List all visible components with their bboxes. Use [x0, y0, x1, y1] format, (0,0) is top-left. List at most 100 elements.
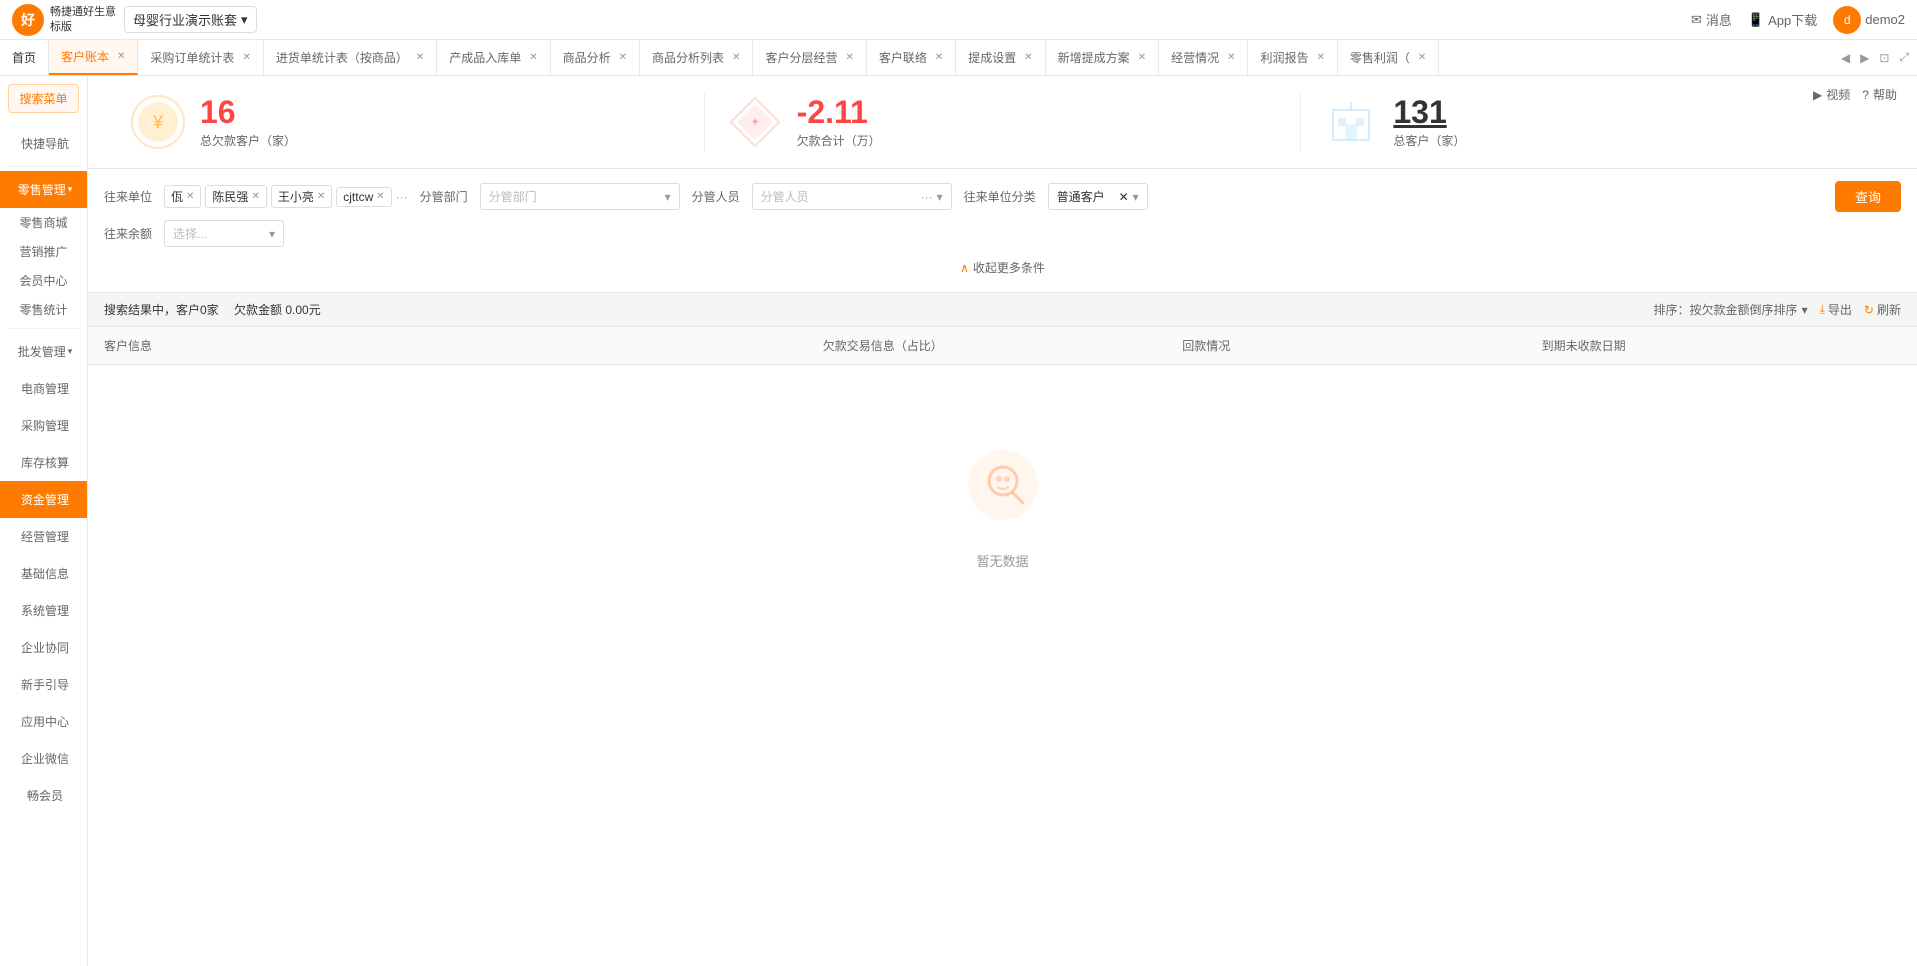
sidebar-item-finance[interactable]: 资金管理	[0, 481, 87, 518]
logo-icon: 好	[12, 4, 44, 36]
filter-row-2: 往来余额 选择... ▾	[104, 220, 1901, 247]
tab-product-inbound[interactable]: 产成品入库单 ✕	[437, 40, 550, 75]
filter-tag-1: 陈民强 ✕	[205, 185, 266, 208]
empty-illustration	[963, 445, 1043, 539]
filter-more-tags[interactable]: ···	[396, 190, 408, 204]
filter-unit-class-clear[interactable]: ✕	[1119, 190, 1129, 204]
bell-icon: ✉	[1691, 12, 1702, 28]
sidebar-item-enterprise-wechat[interactable]: 企业微信	[0, 740, 87, 777]
sidebar-item-retail[interactable]: 零售管理 ▾	[0, 171, 87, 208]
filter-tag-close-1[interactable]: ✕	[251, 191, 259, 202]
export-btn[interactable]: ⤓ 导出	[1820, 301, 1852, 318]
play-icon: ▶	[1813, 88, 1822, 102]
sidebar-item-app-center[interactable]: 应用中心	[0, 703, 87, 740]
tab-close-product-inbound[interactable]: ✕	[529, 52, 537, 63]
tab-customer-contact[interactable]: 客户联络 ✕	[867, 40, 956, 75]
tab-scroll-left[interactable]: ◀	[1837, 49, 1854, 67]
filter-dept-select[interactable]: 分管部门 ▾	[480, 183, 680, 210]
sidebar-item-retail-inner: 零售管理 ▾	[3, 181, 87, 198]
tab-profit-report[interactable]: 利润报告 ✕	[1248, 40, 1337, 75]
tab-scroll-right[interactable]: ▶	[1856, 49, 1873, 67]
tab-close-inbound-stats[interactable]: ✕	[416, 52, 424, 63]
help-link[interactable]: ? 帮助	[1862, 86, 1897, 103]
sidebar-item-retail-stats[interactable]: 零售统计	[0, 295, 87, 324]
tab-close-customer-segmentation[interactable]: ✕	[845, 52, 853, 63]
query-button[interactable]: 查询	[1835, 181, 1901, 212]
chevron-down-person: ▾	[937, 190, 943, 204]
sidebar-item-basic-info[interactable]: 基础信息	[0, 555, 87, 592]
tab-goods-analysis-list[interactable]: 商品分析列表 ✕	[640, 40, 753, 75]
tab-close-customer-contact[interactable]: ✕	[935, 52, 943, 63]
tab-fullscreen[interactable]: ⤢	[1895, 48, 1913, 67]
tab-home[interactable]: 首页	[0, 40, 49, 75]
tab-close-accounts[interactable]: ✕	[117, 51, 125, 62]
col-header-payment: 回款情况	[1182, 337, 1541, 354]
collapse-btn[interactable]: ∧ 收起更多条件	[104, 255, 1901, 280]
empty-text: 暂无数据	[976, 551, 1028, 570]
filter-tag-close-3[interactable]: ✕	[376, 191, 384, 202]
sidebar-item-ecommerce[interactable]: 电商管理	[0, 370, 87, 407]
tab-close-add-commission[interactable]: ✕	[1138, 52, 1146, 63]
tab-close-retail-profit[interactable]: ✕	[1418, 52, 1426, 63]
sidebar-item-wholesale-inner: 批发管理 ▾	[3, 343, 87, 360]
sidebar-item-wholesale[interactable]: 批发管理 ▾	[0, 333, 87, 370]
stat-info-customers: 16 总欠款客户（家）	[200, 96, 296, 149]
chevron-down-class: ▾	[1133, 190, 1139, 204]
stat-label-total: 总客户（家）	[1393, 132, 1465, 149]
filter-tag-close-0[interactable]: ✕	[186, 191, 194, 202]
main-layout: 搜索菜单 快捷导航 零售管理 ▾ 零售商城 营销推广 会员中心	[0, 76, 1917, 966]
stat-info-debt: -2.11 欠款合计（万）	[797, 96, 881, 149]
sidebar-item-purchase[interactable]: 采购管理	[0, 407, 87, 444]
stat-number-debt: -2.11	[797, 96, 881, 128]
sidebar-item-retail-mall[interactable]: 零售商城	[0, 208, 87, 237]
filter-tag-close-2[interactable]: ✕	[317, 191, 325, 202]
sidebar-item-marketing[interactable]: 营销推广	[0, 237, 87, 266]
tab-close-commission-settings[interactable]: ✕	[1024, 52, 1032, 63]
sidebar-item-new-guide[interactable]: 新手引导	[0, 666, 87, 703]
sidebar-item-inventory[interactable]: 库存核算	[0, 444, 87, 481]
filter-tag-0: 佤 ✕	[164, 185, 201, 208]
tab-customer-segmentation[interactable]: 客户分层经营 ✕	[753, 40, 866, 75]
tab-retail-profit[interactable]: 零售利润（ ✕	[1338, 40, 1439, 75]
tab-goods-analysis[interactable]: 商品分析 ✕	[551, 40, 640, 75]
tab-close-operations[interactable]: ✕	[1227, 52, 1235, 63]
tab-close-profit-report[interactable]: ✕	[1317, 52, 1325, 63]
logo-text: 畅捷通好生意 标版	[50, 5, 116, 34]
account-selector[interactable]: 母婴行业演示账套 ▾	[124, 6, 257, 33]
sidebar-item-system[interactable]: 系统管理	[0, 592, 87, 629]
tab-accounts[interactable]: 客户账本 ✕	[49, 40, 138, 75]
sidebar-item-vip-member[interactable]: 畅会员	[0, 777, 87, 814]
video-help-link[interactable]: ▶ 视频	[1813, 86, 1850, 103]
filter-balance-label: 往来余额	[104, 225, 152, 242]
app-download-btn[interactable]: 📱 App下载	[1748, 10, 1817, 29]
avatar: d	[1833, 6, 1861, 34]
filter-unit-class-select[interactable]: 普通客户 ✕ ▾	[1048, 183, 1148, 210]
filter-balance-select[interactable]: 选择... ▾	[164, 220, 284, 247]
tab-inbound-stats[interactable]: 进货单统计表（按商品） ✕	[264, 40, 437, 75]
filter-person-select[interactable]: 分管人员 ··· ▾	[752, 183, 952, 210]
tab-purchase-order[interactable]: 采购订单统计表 ✕	[138, 40, 263, 75]
tab-close-purchase-order[interactable]: ✕	[242, 52, 250, 63]
message-btn[interactable]: ✉ 消息	[1691, 10, 1732, 29]
sidebar-item-enterprise-coop[interactable]: 企业协同	[0, 629, 87, 666]
tab-commission-settings[interactable]: 提成设置 ✕	[956, 40, 1045, 75]
download-icon: 📱	[1748, 12, 1764, 28]
filter-person-label: 分管人员	[692, 188, 740, 205]
sidebar-item-member[interactable]: 会员中心	[0, 266, 87, 295]
stat-icon-diamond: ✦	[725, 92, 785, 152]
filter-person-dots[interactable]: ···	[921, 190, 933, 204]
sidebar-item-quick-nav[interactable]: 快捷导航	[0, 125, 87, 162]
search-menu-btn[interactable]: 搜索菜单	[8, 84, 79, 113]
refresh-btn[interactable]: ↻ 刷新	[1864, 301, 1901, 318]
tab-maximize[interactable]: ⊡	[1875, 49, 1893, 67]
stats-help-links: ▶ 视频 ? 帮助	[1813, 86, 1897, 103]
sidebar-item-operations-mgmt[interactable]: 经营管理	[0, 518, 87, 555]
user-profile[interactable]: d demo2	[1833, 6, 1905, 34]
filter-tag-2: 王小亮 ✕	[271, 185, 332, 208]
tab-close-goods-analysis-list[interactable]: ✕	[732, 52, 740, 63]
results-sort-btn[interactable]: 排序：按欠款金额倒序排序 ▾	[1654, 301, 1808, 318]
chevron-icon: ▾	[68, 184, 73, 195]
tab-add-commission[interactable]: 新增提成方案 ✕	[1046, 40, 1159, 75]
tab-operations[interactable]: 经营情况 ✕	[1159, 40, 1248, 75]
tab-close-goods-analysis[interactable]: ✕	[619, 52, 627, 63]
